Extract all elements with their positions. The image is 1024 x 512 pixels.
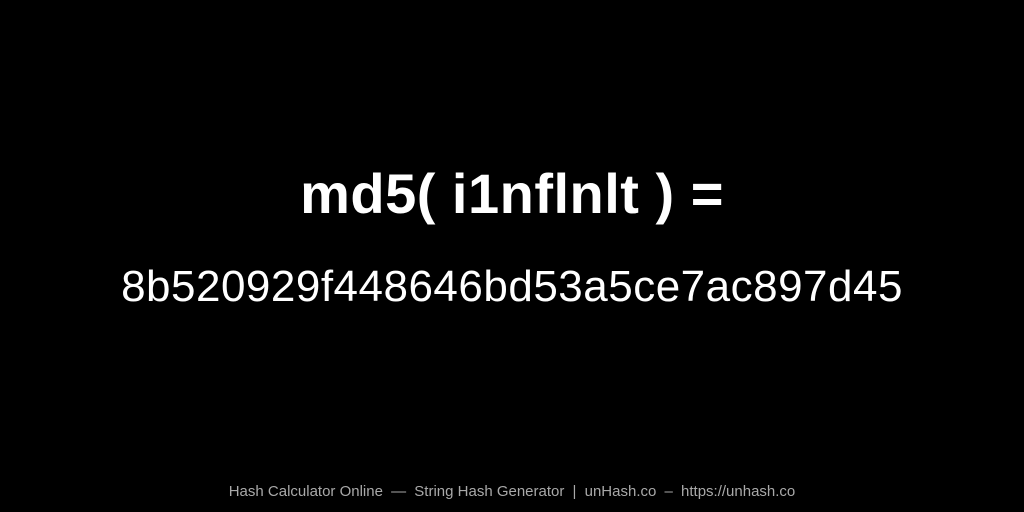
- footer-separator: —: [391, 483, 406, 500]
- hash-expression: md5( i1nflnlt ) =: [300, 161, 724, 226]
- footer-label-generator: String Hash Generator: [414, 483, 564, 500]
- hash-display: md5( i1nflnlt ) = 8b520929f448646bd53a5c…: [0, 0, 1024, 473]
- hash-value: 8b520929f448646bd53a5ce7ac897d45: [121, 262, 903, 312]
- footer: Hash Calculator Online — String Hash Gen…: [0, 473, 1024, 512]
- footer-separator: –: [665, 483, 673, 500]
- footer-separator: |: [573, 483, 577, 500]
- footer-site-url: https://unhash.co: [681, 483, 795, 500]
- footer-label-calculator: Hash Calculator Online: [229, 483, 383, 500]
- footer-site-name: unHash.co: [585, 483, 657, 500]
